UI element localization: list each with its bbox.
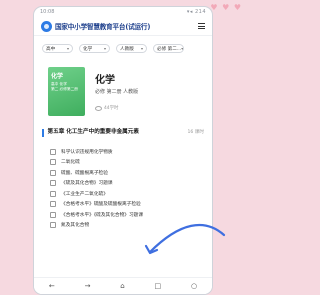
chapter-title: 第五章 化工生产中的重要非金属元素 <box>47 129 139 135</box>
lesson-icon <box>50 180 56 187</box>
platform-logo-icon <box>41 20 52 32</box>
lesson-item[interactable]: 《硫及其化合物》习题课 <box>50 178 212 189</box>
app-header: 国家中小学智慧教育平台(试运行) <box>34 17 212 36</box>
lesson-item[interactable]: 硫酸、硫酸根离子检验 <box>50 168 212 179</box>
chevron-down-icon: ▾ <box>181 46 184 51</box>
lesson-icon <box>50 222 56 229</box>
lesson-item[interactable]: 二氧化硫 <box>50 157 212 168</box>
lesson-list: 科学认识违规用化学物质 二氧化硫 硫酸、硫酸根离子检验 《硫及其化合物》习题课 … <box>34 147 212 231</box>
status-time: 10:08 <box>40 9 55 15</box>
cover-title: 化学 <box>51 73 64 80</box>
book-edition: 必修 第二册 人教版 <box>95 89 139 95</box>
filter-subject[interactable]: 化学 ▾ <box>79 44 110 53</box>
app-title: 国家中小学智慧教育平台(试运行) <box>55 23 151 31</box>
lesson-icon <box>50 201 56 208</box>
menu-icon[interactable] <box>198 23 205 29</box>
lesson-item[interactable]: 《工业生产二氧化硫》 <box>50 189 212 200</box>
chevron-down-icon: ▾ <box>140 46 143 51</box>
status-indicators: ▾◂ 214 <box>186 9 206 15</box>
lesson-icon <box>50 148 56 155</box>
book-subject: 化学 <box>95 75 115 86</box>
chevron-down-icon: ▾ <box>66 46 69 51</box>
lesson-item[interactable]: 氮及其化合物 <box>50 220 212 231</box>
status-bar: 10:08 ▾◂ 214 <box>34 7 212 17</box>
forward-icon[interactable]: → <box>85 282 91 290</box>
filter-publisher[interactable]: 人教版 ▾ <box>116 44 147 53</box>
filter-bar: 高中 ▾ 化学 ▾ 人教版 ▾ 必修 第二... ▾ <box>34 36 212 53</box>
lesson-icon <box>50 211 56 218</box>
textbook-card[interactable]: 化学 高中 化学 第二 必修第二册 化学 必修 第二册 人教版 44学时 <box>34 53 212 116</box>
tabs-icon[interactable]: □ <box>155 282 162 290</box>
tablet-screen: 10:08 ▾◂ 214 国家中小学智慧教育平台(试运行) 高中 ▾ 化学 ▾ 人教… <box>33 6 213 295</box>
book-cover: 化学 高中 化学 第二 必修第二册 <box>48 67 85 116</box>
profile-icon[interactable]: ○ <box>191 282 197 290</box>
cover-subtitle: 高中 化学 第二 必修第二册 <box>51 82 78 91</box>
filter-volume[interactable]: 必修 第二... ▾ <box>153 44 184 53</box>
chapter-header[interactable]: 第五章 化工生产中的重要非金属元素 16 课时 <box>42 129 204 137</box>
chevron-down-icon: ▾ <box>103 46 106 51</box>
back-icon[interactable]: ← <box>49 282 55 290</box>
eye-icon <box>95 105 102 111</box>
filter-stage[interactable]: 高中 ▾ <box>42 44 73 53</box>
browser-bottom-nav: ← → ⌂ □ ○ <box>34 277 212 294</box>
lesson-icon <box>50 159 56 166</box>
learners-count: 44学时 <box>95 105 138 111</box>
lesson-item[interactable]: 科学认识违规用化学物质 <box>50 147 212 158</box>
lesson-item[interactable]: 《合格考水平》硫酸及硫酸根离子检验 <box>50 199 212 210</box>
lesson-item[interactable]: 《合格考水平》《硫及其化合物》习题课 <box>50 210 212 221</box>
chapter-lesson-count: 16 课时 <box>187 130 205 135</box>
lesson-icon <box>50 169 56 176</box>
heart-decorations: ♥ ♥ ♥ <box>210 3 242 12</box>
home-icon[interactable]: ⌂ <box>120 282 124 290</box>
lesson-icon <box>50 190 56 197</box>
